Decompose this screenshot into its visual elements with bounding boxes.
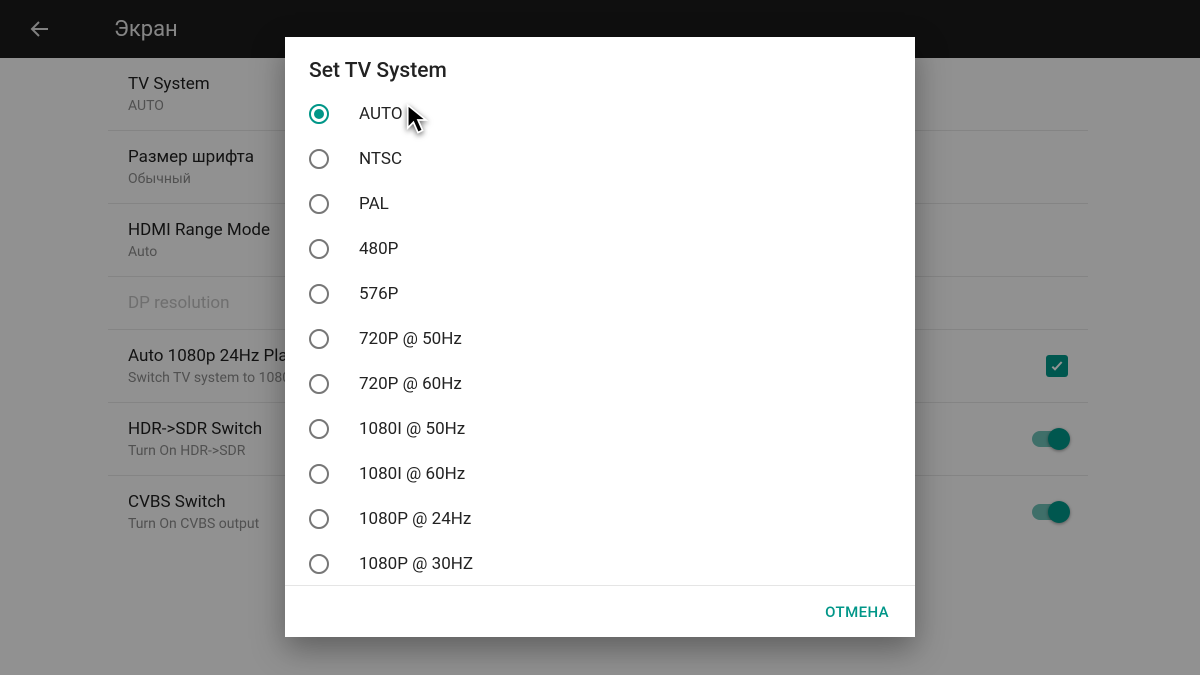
radio-icon [309,329,329,349]
option-1080p-24hz[interactable]: 1080P @ 24Hz [291,496,909,541]
option-label: 576P [359,284,398,304]
option-ntsc[interactable]: NTSC [291,136,909,181]
radio-icon [309,149,329,169]
option-label: 1080I @ 60Hz [359,464,465,484]
option-label: 1080P @ 30HZ [359,554,473,574]
tv-system-dialog: Set TV System AUTO NTSC PAL 480P 576P 72… [285,37,915,637]
option-auto[interactable]: AUTO [291,91,909,136]
option-1080i-50hz[interactable]: 1080I @ 50Hz [291,406,909,451]
option-label: 720P @ 60Hz [359,374,462,394]
option-720p-60hz[interactable]: 720P @ 60Hz [291,361,909,406]
radio-icon [309,509,329,529]
option-label: 1080I @ 50Hz [359,419,465,439]
cancel-button[interactable]: ОТМЕНА [825,603,889,621]
option-480p[interactable]: 480P [291,226,909,271]
option-label: NTSC [359,149,402,169]
radio-icon [309,464,329,484]
option-1080i-60hz[interactable]: 1080I @ 60Hz [291,451,909,496]
mouse-cursor-icon [405,104,431,136]
option-label: PAL [359,194,389,214]
option-1080p-30hz[interactable]: 1080P @ 30HZ [291,541,909,585]
radio-icon [309,419,329,439]
option-label: 480P [359,239,398,259]
dialog-actions: ОТМЕНА [285,585,915,637]
option-576p[interactable]: 576P [291,271,909,316]
dialog-option-list: AUTO NTSC PAL 480P 576P 720P @ 50Hz 720P… [285,91,915,585]
option-720p-50hz[interactable]: 720P @ 50Hz [291,316,909,361]
radio-icon [309,239,329,259]
dialog-title: Set TV System [285,37,915,91]
option-pal[interactable]: PAL [291,181,909,226]
option-label: 1080P @ 24Hz [359,509,471,529]
radio-icon [309,284,329,304]
radio-icon [309,104,329,124]
option-label: 720P @ 50Hz [359,329,462,349]
option-label: AUTO [359,104,403,124]
radio-icon [309,554,329,574]
radio-icon [309,194,329,214]
radio-icon [309,374,329,394]
